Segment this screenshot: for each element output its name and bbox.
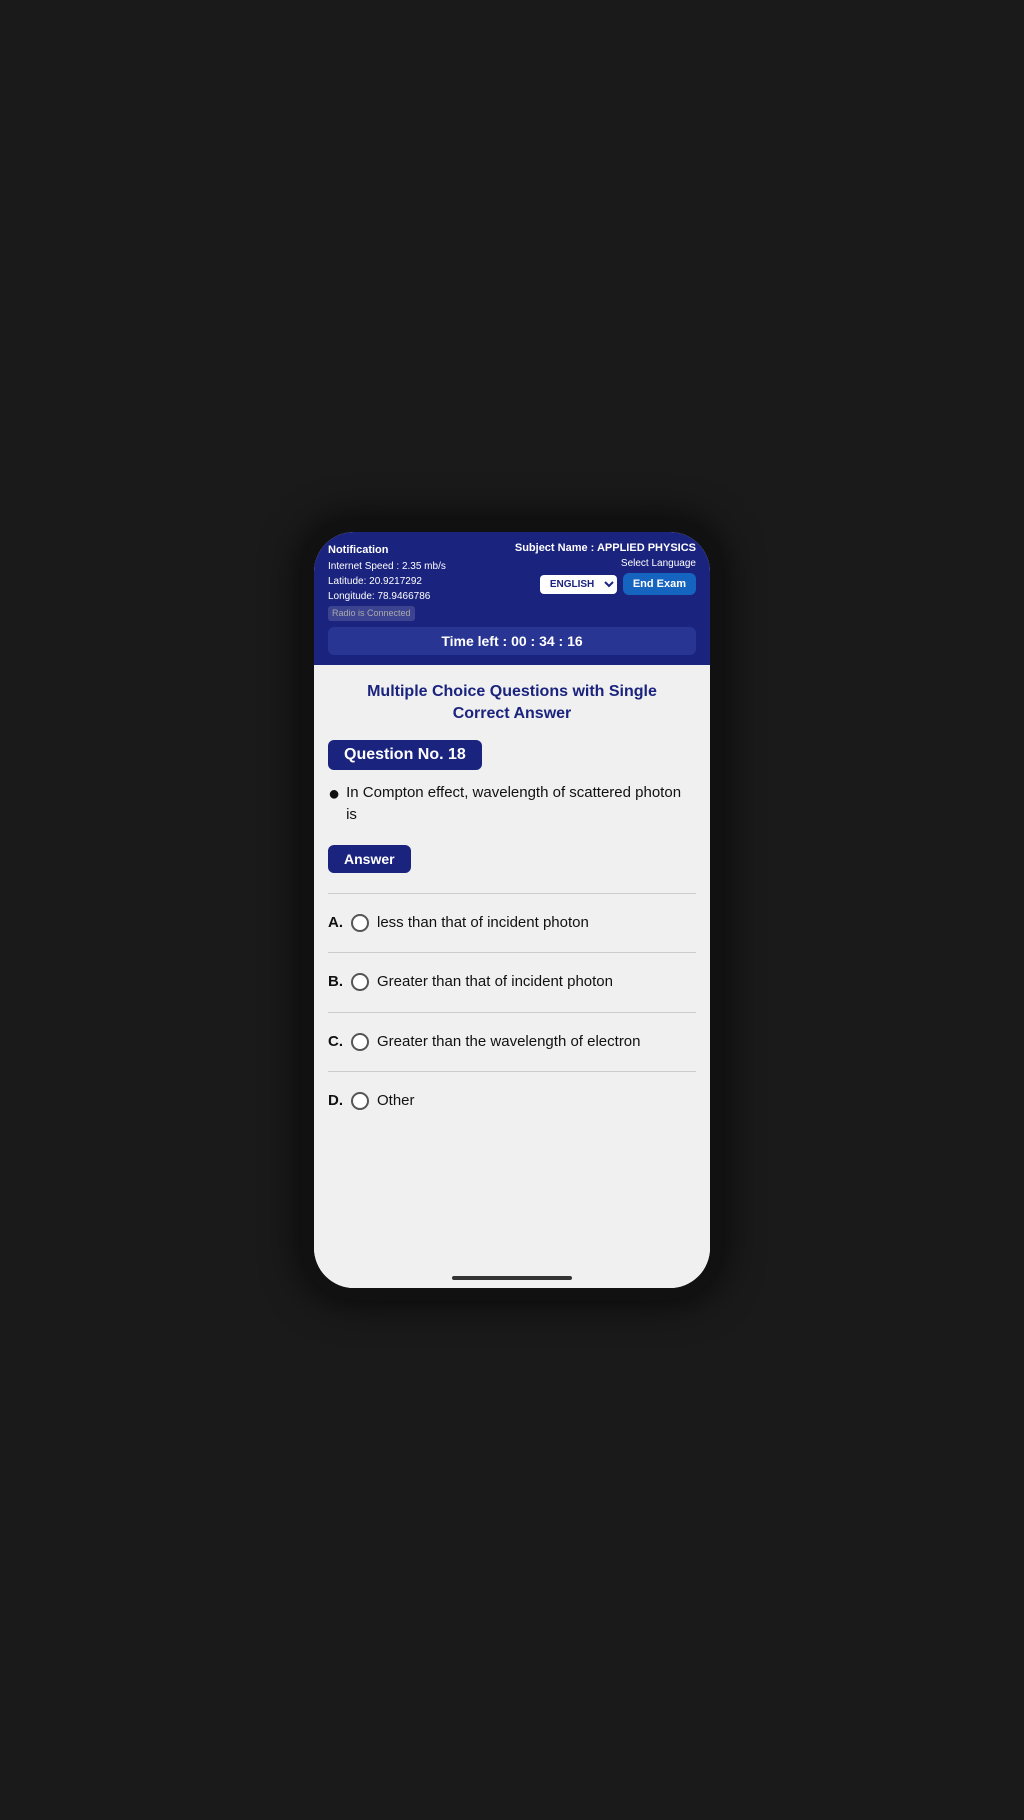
option-c-label: C. [328,1031,343,1054]
option-d-text: Other [377,1090,696,1113]
option-c-radio[interactable] [351,1033,369,1051]
option-a-row[interactable]: A. less than that of incident photon [328,904,696,943]
option-c-row[interactable]: C. Greater than the wavelength of electr… [328,1023,696,1062]
option-b-radio[interactable] [351,973,369,991]
option-b-row[interactable]: B. Greater than that of incident photon [328,963,696,1002]
bottom-area [314,1264,710,1288]
option-c-text: Greater than the wavelength of electron [377,1031,696,1054]
option-d-radio[interactable] [351,1092,369,1110]
option-b-label: B. [328,971,343,994]
app-header: Notification Internet Speed : 2.35 mb/s … [314,532,710,665]
main-content: Multiple Choice Questions with Single Co… [314,665,710,1264]
option-a-label: A. [328,912,343,935]
phone-screen: Notification Internet Speed : 2.35 mb/s … [314,532,710,1288]
question-badge: Question No. 18 [328,740,482,770]
option-b-text: Greater than that of incident photon [377,971,696,994]
select-language-label: Select Language [621,558,696,569]
home-indicator [452,1276,572,1280]
language-row: ENGLISH End Exam [540,573,696,595]
subject-name: Subject Name : APPLIED PHYSICS [515,542,696,554]
header-right-info: Subject Name : APPLIED PHYSICS Select La… [515,542,696,595]
radio-status: Radio is Connected [328,606,415,622]
notification-label: Notification [328,542,446,559]
header-left-info: Notification Internet Speed : 2.35 mb/s … [328,542,446,621]
divider-d [328,1071,696,1072]
option-d-label: D. [328,1090,343,1113]
question-bullet: ● [328,782,340,806]
language-select[interactable]: ENGLISH [540,575,617,594]
option-a-text: less than that of incident photon [377,912,696,935]
section-title-line1: Multiple Choice Questions with Single [367,683,657,700]
time-display: Time left : 00 : 34 : 16 [328,627,696,655]
latitude: Latitude: 20.9217292 [328,574,446,589]
end-exam-button[interactable]: End Exam [623,573,696,595]
question-text: ● In Compton effect, wavelength of scatt… [328,782,696,827]
phone-device: Notification Internet Speed : 2.35 mb/s … [302,520,722,1300]
divider-b [328,952,696,953]
longitude: Longitude: 78.9466786 [328,589,446,604]
answer-badge: Answer [328,845,411,873]
section-title: Multiple Choice Questions with Single Co… [328,681,696,726]
question-body: In Compton effect, wavelength of scatter… [346,782,696,827]
divider-a [328,893,696,894]
divider-c [328,1012,696,1013]
option-d-row[interactable]: D. Other [328,1082,696,1121]
section-title-line2: Correct Answer [453,705,572,722]
option-a-radio[interactable] [351,914,369,932]
internet-speed: Internet Speed : 2.35 mb/s [328,559,446,574]
